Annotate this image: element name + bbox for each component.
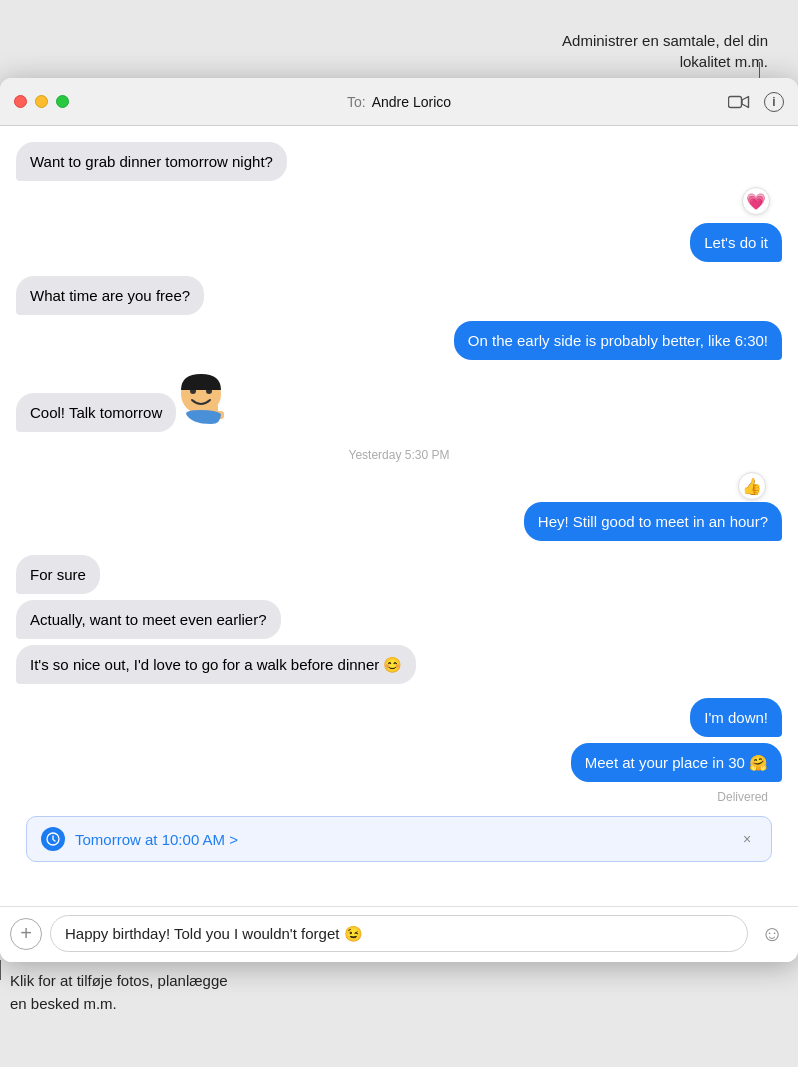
- reaction-row: 💗: [16, 187, 782, 215]
- message-input[interactable]: [50, 915, 748, 952]
- close-button[interactable]: [14, 95, 27, 108]
- bubble-sent: On the early side is probably better, li…: [454, 321, 782, 360]
- reaction-bubble: 👍: [738, 472, 766, 500]
- svg-rect-0: [729, 96, 742, 107]
- bubble-received: For sure: [16, 555, 100, 594]
- input-area: + ☺: [0, 906, 798, 962]
- annotation-bottom: Klik for at tilføje fotos, planlægge en …: [0, 970, 798, 1015]
- bubble-received: Cool! Talk tomorrow: [16, 393, 176, 432]
- bubble-received: Want to grab dinner tomorrow night?: [16, 142, 287, 181]
- delivered-label: Delivered: [16, 790, 782, 804]
- annotation-top: Administrer en samtale, del din lokalite…: [0, 30, 798, 72]
- bubble-received: Actually, want to meet even earlier?: [16, 600, 281, 639]
- message-row: Hey! Still good to meet in an hour?: [16, 502, 782, 541]
- titlebar-actions: i: [728, 92, 784, 112]
- message-row: For sure: [16, 555, 782, 594]
- message-row: It's so nice out, I'd love to go for a w…: [16, 645, 782, 684]
- message-row: Want to grab dinner tomorrow night?: [16, 142, 782, 181]
- video-call-button[interactable]: [728, 94, 750, 110]
- input-row: + ☺: [10, 915, 788, 952]
- bubble-sent: Meet at your place in 30 🤗: [571, 743, 782, 782]
- bubble-received: It's so nice out, I'd love to go for a w…: [16, 645, 416, 684]
- schedule-icon: [41, 827, 65, 851]
- titlebar-center: To: Andre Lorico: [347, 94, 451, 110]
- contact-name: Andre Lorico: [372, 94, 451, 110]
- message-row: Meet at your place in 30 🤗: [16, 743, 782, 782]
- timestamp: Yesterday 5:30 PM: [16, 448, 782, 462]
- add-button[interactable]: +: [10, 918, 42, 950]
- message-row: What time are you free?: [16, 276, 782, 315]
- traffic-lights: [14, 95, 69, 108]
- reaction-bubble: 💗: [742, 187, 770, 215]
- emoji-button[interactable]: ☺: [756, 918, 788, 950]
- bubble-sent: Hey! Still good to meet in an hour?: [524, 502, 782, 541]
- fullscreen-button[interactable]: [56, 95, 69, 108]
- info-button[interactable]: i: [764, 92, 784, 112]
- memoji-sticker: [166, 366, 236, 436]
- bubble-sent: I'm down!: [690, 698, 782, 737]
- schedule-banner[interactable]: Tomorrow at 10:00 AM > ×: [26, 816, 772, 862]
- titlebar: To: Andre Lorico i: [0, 78, 798, 126]
- bubble-received: What time are you free?: [16, 276, 204, 315]
- reaction-row: 👍: [16, 472, 782, 500]
- message-row: Cool! Talk tomorrow: [16, 366, 782, 432]
- schedule-close-button[interactable]: ×: [737, 829, 757, 849]
- chat-area: Want to grab dinner tomorrow night? 💗 Le…: [0, 126, 798, 906]
- message-row: Let's do it: [16, 223, 782, 262]
- to-label: To:: [347, 94, 366, 110]
- bubble-sent: Let's do it: [690, 223, 782, 262]
- message-row: Actually, want to meet even earlier?: [16, 600, 782, 639]
- minimize-button[interactable]: [35, 95, 48, 108]
- schedule-text[interactable]: Tomorrow at 10:00 AM >: [75, 831, 727, 848]
- message-row: I'm down!: [16, 698, 782, 737]
- message-row: On the early side is probably better, li…: [16, 321, 782, 360]
- messages-window: To: Andre Lorico i Want to grab dinner t…: [0, 78, 798, 962]
